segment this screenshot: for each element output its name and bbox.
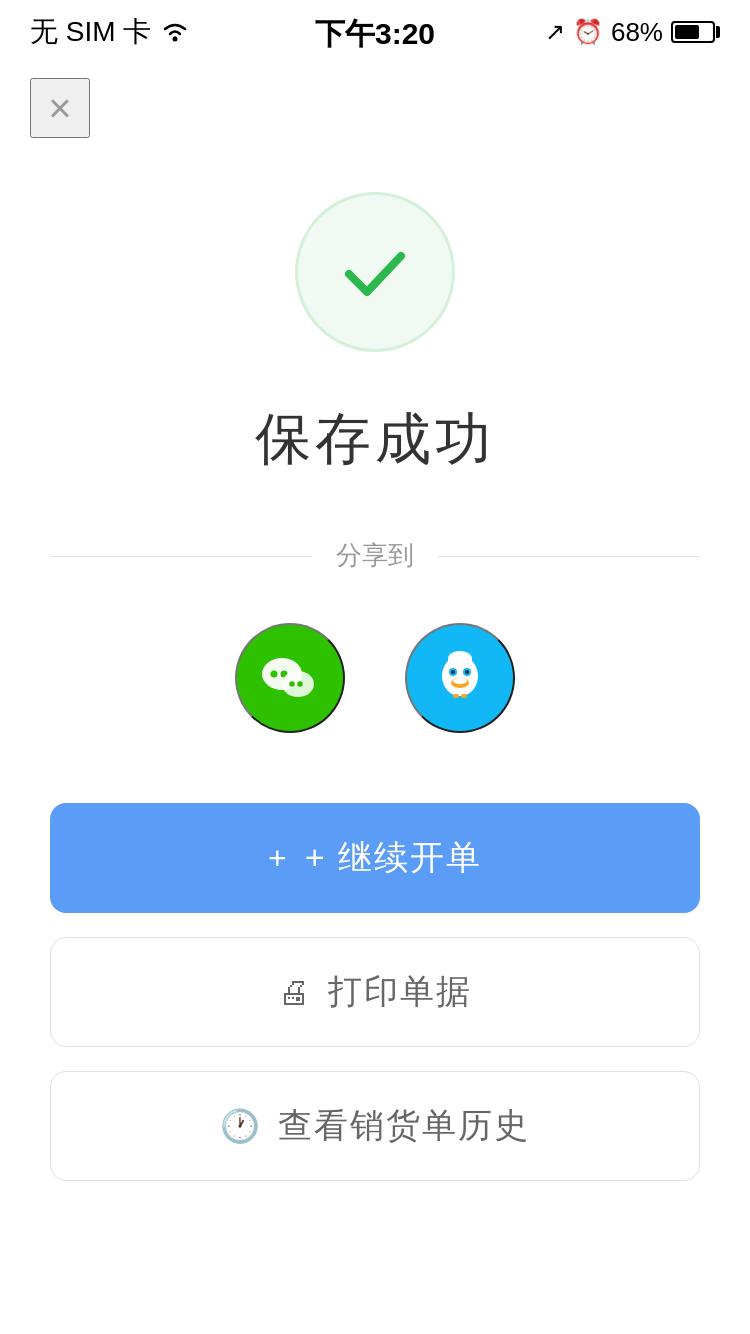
battery-percent: 68%	[611, 17, 663, 48]
svg-point-13	[453, 678, 467, 684]
history-button[interactable]: 🕐 查看销货单历史	[50, 1071, 700, 1181]
nav-bar: ×	[0, 64, 750, 152]
print-button[interactable]: 🖨 打印单据	[50, 937, 700, 1047]
success-circle	[295, 192, 455, 352]
svg-point-0	[173, 37, 178, 42]
wifi-icon	[161, 21, 189, 43]
svg-point-5	[289, 681, 295, 687]
qq-share-button[interactable]	[405, 623, 515, 733]
status-bar: 无 SIM 卡 下午3:20 ↗ ⏰ 68%	[0, 0, 750, 64]
share-icons	[235, 623, 515, 733]
history-icon: 🕐	[220, 1107, 262, 1145]
print-icon: 🖨	[278, 974, 312, 1011]
svg-point-2	[271, 671, 278, 678]
close-icon: ×	[48, 88, 71, 128]
carrier-text: 无 SIM 卡	[30, 13, 151, 51]
checkmark-icon	[335, 232, 415, 312]
action-buttons: + + 继续开单 🖨 打印单据 🕐 查看销货单历史	[50, 803, 700, 1181]
svg-point-16	[448, 651, 472, 667]
share-divider: 分享到	[50, 538, 700, 573]
share-label: 分享到	[312, 538, 438, 573]
alarm-icon: ⏰	[573, 18, 603, 46]
svg-rect-15	[461, 694, 467, 698]
status-indicators: ↗ ⏰ 68%	[545, 17, 720, 48]
svg-point-10	[451, 670, 455, 674]
svg-rect-14	[453, 694, 459, 698]
location-icon: ↗	[545, 18, 565, 46]
success-title: 保存成功	[255, 402, 495, 478]
battery-icon	[671, 21, 720, 43]
svg-point-11	[465, 670, 469, 674]
status-time: 下午3:20	[315, 14, 435, 55]
wechat-share-button[interactable]	[235, 623, 345, 733]
continue-plus-icon: +	[268, 840, 289, 877]
main-content: 保存成功 分享到	[0, 152, 750, 1241]
close-button[interactable]: ×	[30, 78, 90, 138]
continue-label: + 继续开单	[305, 835, 482, 881]
wechat-icon	[260, 652, 320, 704]
status-carrier: 无 SIM 卡	[30, 13, 189, 51]
continue-button[interactable]: + + 继续开单	[50, 803, 700, 913]
svg-point-6	[297, 681, 303, 687]
qq-icon	[430, 648, 490, 708]
print-label: 打印单据	[328, 969, 472, 1015]
history-label: 查看销货单历史	[278, 1103, 530, 1149]
